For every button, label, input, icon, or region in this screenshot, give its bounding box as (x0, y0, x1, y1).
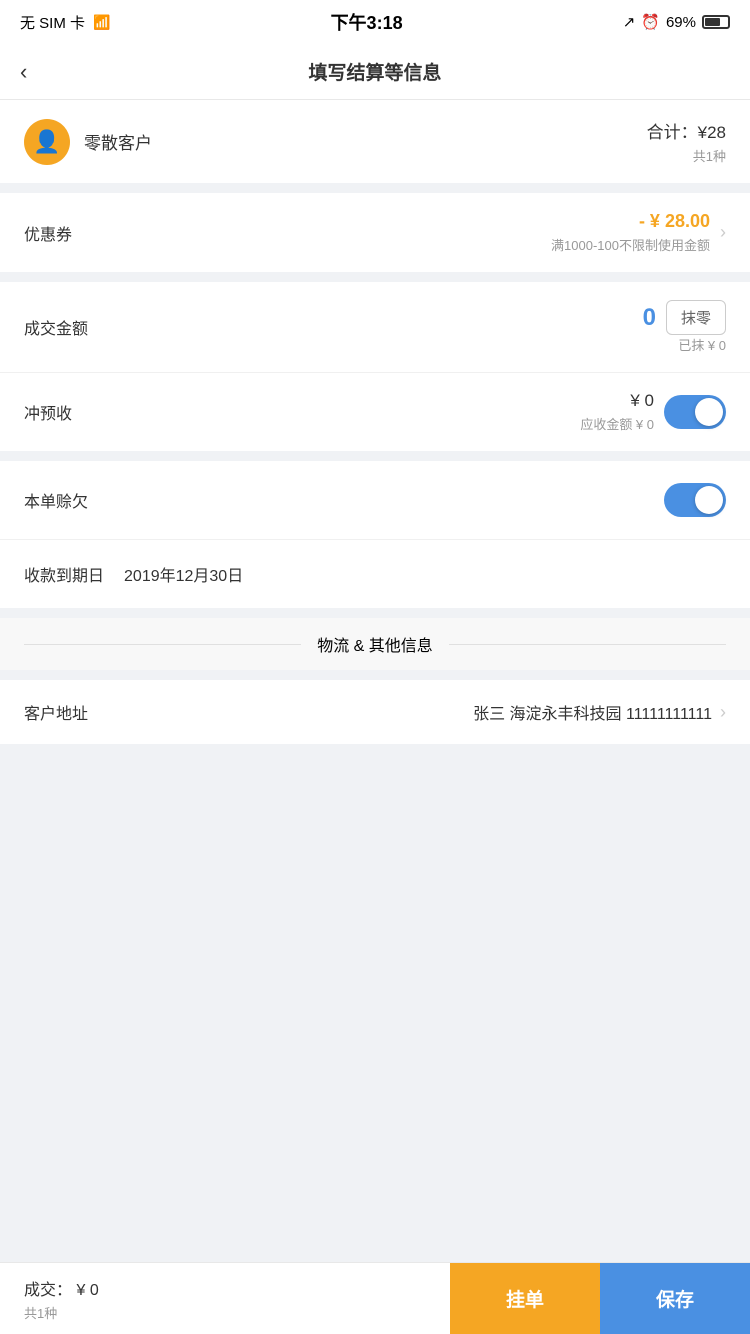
bottom-summary: 成交： ¥ 0 共1种 (0, 1276, 450, 1322)
due-date-value: 2019年12月30日 (124, 562, 243, 586)
amount-block: 抹零 已抹 ¥ 0 (576, 300, 726, 354)
transaction-label: 成交金额 (24, 315, 104, 339)
address-value: 张三 海淀永丰科技园 11111111111 (104, 700, 712, 724)
address-row[interactable]: 客户地址 张三 海淀永丰科技园 11111111111 › (0, 680, 750, 744)
coupon-value[interactable]: - ¥ 28.00 满1000-100不限制使用金额 › (104, 211, 726, 254)
already-rounded: 已抹 ¥ 0 (576, 335, 726, 354)
bottom-summary-label: 成交： (24, 1282, 72, 1299)
prepay-row: 冲预收 ¥ 0 应收金额 ¥ 0 (0, 373, 750, 451)
nav-bar: ‹ 填写结算等信息 (0, 44, 750, 100)
battery-percent: 69% (666, 14, 696, 31)
sim-status: 无 SIM 卡 (20, 12, 85, 33)
toggle-knob (695, 398, 723, 426)
debt-toggle[interactable] (664, 483, 726, 517)
logistics-title: 物流 & 其他信息 (301, 638, 449, 655)
bottom-summary-amount: ¥ 0 (76, 1282, 98, 1299)
transaction-row: 成交金额 抹零 已抹 ¥ 0 (0, 282, 750, 373)
bottom-bar: 成交： ¥ 0 共1种 挂单 保存 (0, 1262, 750, 1334)
prepay-toggle[interactable] (664, 395, 726, 429)
status-time: 下午3:18 (331, 9, 403, 35)
logistics-header: 物流 & 其他信息 (0, 618, 750, 670)
customer-row: 👤 零散客户 合计：¥28 共1种 (0, 100, 750, 183)
coupon-row[interactable]: 优惠券 - ¥ 28.00 满1000-100不限制使用金额 › (0, 193, 750, 272)
transaction-value-area: 抹零 已抹 ¥ 0 (104, 300, 726, 354)
transaction-amount-input[interactable] (576, 304, 656, 332)
chevron-right-icon: › (720, 222, 726, 243)
due-date-label: 收款到期日 (24, 562, 104, 586)
coupon-block: - ¥ 28.00 满1000-100不限制使用金额 (551, 211, 710, 254)
prepay-receivable: 应收金额 ¥ 0 (580, 414, 654, 433)
customer-name: 零散客户 (84, 129, 152, 154)
coupon-desc: 满1000-100不限制使用金额 (551, 235, 710, 254)
alarm-icon: ⏰ (641, 13, 660, 31)
save-button[interactable]: 保存 (600, 1263, 750, 1334)
status-right: ↗ ⏰ 69% (623, 13, 730, 31)
back-button[interactable]: ‹ (12, 51, 35, 93)
debt-label: 本单赊欠 (24, 488, 88, 512)
debt-section: 本单赊欠 收款到期日 2019年12月30日 (0, 461, 750, 608)
prepay-block: ¥ 0 应收金额 ¥ 0 (580, 391, 654, 433)
bottom-count-label: 共1种 (24, 1303, 426, 1322)
prepay-label: 冲预收 (24, 400, 104, 424)
debt-row: 本单赊欠 (0, 461, 750, 540)
round-zero-button[interactable]: 抹零 (666, 300, 726, 335)
address-label: 客户地址 (24, 700, 104, 724)
customer-section: 👤 零散客户 合计：¥28 共1种 (0, 100, 750, 183)
content: 👤 零散客户 合计：¥28 共1种 优惠券 - ¥ 28.00 满1000-10… (0, 100, 750, 954)
status-bar: 无 SIM 卡 📶 下午3:18 ↗ ⏰ 69% (0, 0, 750, 44)
address-section[interactable]: 客户地址 张三 海淀永丰科技园 11111111111 › (0, 680, 750, 744)
coupon-discount: - ¥ 28.00 (551, 211, 710, 232)
bottom-summary-top: 成交： ¥ 0 (24, 1276, 426, 1300)
coupon-label: 优惠券 (24, 221, 104, 245)
avatar: 👤 (24, 119, 70, 165)
coupon-section[interactable]: 优惠券 - ¥ 28.00 满1000-100不限制使用金额 › (0, 193, 750, 272)
battery-icon (702, 15, 730, 29)
prepay-value-area: ¥ 0 应收金额 ¥ 0 (104, 391, 726, 433)
customer-total: 合计：¥28 共1种 (647, 118, 726, 165)
prepay-amount: ¥ 0 (580, 391, 654, 411)
total-count: 共1种 (647, 146, 726, 165)
total-amount: 合计：¥28 (647, 118, 726, 143)
pending-button[interactable]: 挂单 (450, 1263, 600, 1334)
avatar-icon: 👤 (33, 129, 60, 155)
location-icon: ↗ (623, 13, 636, 31)
address-chevron-icon: › (720, 702, 726, 723)
wifi-icon: 📶 (93, 14, 110, 31)
due-date-row: 收款到期日 2019年12月30日 (0, 540, 750, 608)
logistics-section: 物流 & 其他信息 (0, 618, 750, 670)
status-left: 无 SIM 卡 📶 (20, 12, 110, 33)
debt-toggle-knob (695, 486, 723, 514)
page-title: 填写结算等信息 (308, 58, 441, 85)
transaction-section: 成交金额 抹零 已抹 ¥ 0 冲预收 ¥ 0 应收金额 ¥ 0 (0, 282, 750, 451)
customer-info: 👤 零散客户 (24, 119, 152, 165)
empty-space (0, 754, 750, 954)
